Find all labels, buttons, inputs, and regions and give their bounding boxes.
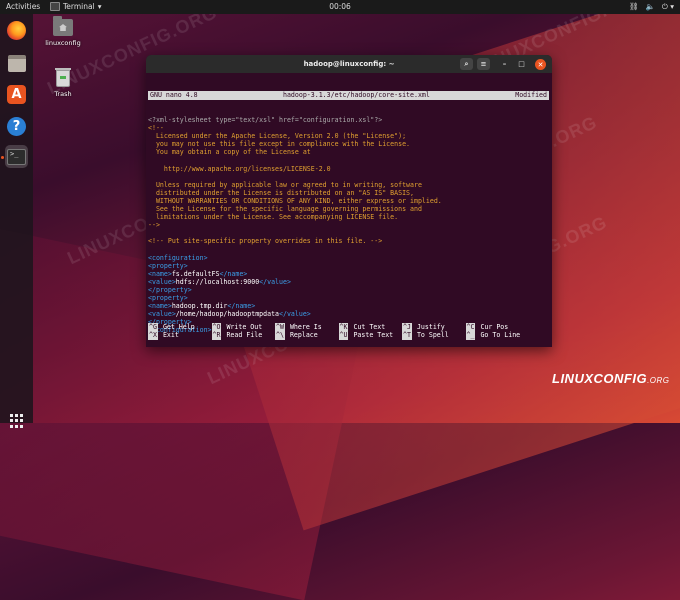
nano-header: GNU nano 4.8 hadoop-3.1.3/etc/hadoop/cor… xyxy=(148,91,549,100)
nano-filename: hadoop-3.1.3/etc/hadoop/core-site.xml xyxy=(282,91,430,100)
search-icon: ⌕ xyxy=(464,59,469,68)
editor-line: <name>fs.defaultFS</name> xyxy=(148,269,248,278)
editor-line: <value>/home/hadoop/hadooptmpdata</value… xyxy=(148,310,311,319)
shortcut-item: ^K Cut Text xyxy=(338,323,386,332)
show-applications-icon[interactable] xyxy=(10,414,24,428)
network-icon: ⛓ xyxy=(629,2,639,11)
running-indicator xyxy=(1,156,4,159)
shortcut-item: ^J Justify xyxy=(402,323,445,332)
close-button[interactable]: ✕ xyxy=(535,59,546,70)
firefox-icon xyxy=(7,21,26,40)
shortcut-item: ^O Write Out xyxy=(211,323,263,332)
app-menu-label: Terminal xyxy=(63,2,95,11)
power-icon: ⏻ ▾ xyxy=(661,2,674,11)
editor-line: Licensed under the Apache License, Versi… xyxy=(148,132,407,141)
chevron-down-icon: ▾ xyxy=(97,2,102,11)
terminal-icon xyxy=(50,2,60,11)
shortcut-item: ^R Read File xyxy=(211,331,263,340)
editor-line: you may not use this file except in comp… xyxy=(148,140,411,149)
editor-line: <name>hadoop.tmp.dir</name> xyxy=(148,302,256,311)
shortcut-row: ^X Exit ^R Read File ^\ Replace ^U Paste Text ^T… xyxy=(148,331,548,340)
help-icon: ? xyxy=(7,117,26,136)
desktop-icon-label: Trash xyxy=(54,90,72,98)
shortcut-item: ^C Cur Pos xyxy=(465,323,509,332)
system-tray[interactable]: ⛓ 🔈 ⏻ ▾ xyxy=(629,2,674,12)
editor-line: <!-- xyxy=(148,124,164,133)
nano-version: GNU nano 4.8 xyxy=(150,91,198,100)
editor-line: See the License for the specific languag… xyxy=(148,205,422,213)
trash-icon xyxy=(55,68,71,87)
linuxconfig-logo: LINUXCONFIG.ORG xyxy=(552,371,670,386)
home-folder-icon xyxy=(53,16,73,36)
dock: A ? >_ xyxy=(0,14,33,428)
dock-item-help[interactable]: ? xyxy=(5,115,28,138)
nano-shortcuts: ^G Get Help ^O Write Out ^W Where Is ^K Cut Tex… xyxy=(148,323,548,340)
shortcut-item: ^\ Replace xyxy=(275,331,318,340)
shortcut-item: ^_ Go To Line xyxy=(465,331,521,340)
editor-line: <property> xyxy=(148,294,188,303)
editor-line: <?xml-stylesheet type="text/xsl" href="c… xyxy=(148,115,383,124)
terminal-window[interactable]: hadoop@linuxconfig: ~ ⌕ ≡ – □ ✕ GNU nano… xyxy=(146,55,552,347)
shortcut-item: ^W Where Is xyxy=(275,323,322,332)
clock[interactable]: 00:06 xyxy=(329,2,351,11)
shortcut-item: ^U Paste Text xyxy=(338,331,394,340)
shortcut-item: ^G Get Help xyxy=(148,323,195,332)
editor-line: limitations under the License. See accom… xyxy=(148,213,399,222)
volume-icon: 🔈 xyxy=(645,2,655,11)
dock-item-files[interactable] xyxy=(5,52,28,75)
activities-button[interactable]: Activities xyxy=(6,2,40,11)
window-title: hadoop@linuxconfig: ~ xyxy=(303,60,395,68)
dock-item-software[interactable]: A xyxy=(5,83,28,106)
shortcut-item: ^T To Spell xyxy=(402,331,449,340)
software-icon: A xyxy=(7,85,26,104)
minimize-button[interactable]: – xyxy=(498,58,511,70)
maximize-icon: □ xyxy=(518,60,525,68)
top-bar: Activities Terminal ▾ 00:06 ⛓ 🔈 ⏻ ▾ xyxy=(0,0,680,14)
editor-text[interactable]: <?xml-stylesheet type="text/xsl" href="c… xyxy=(148,116,549,335)
dock-item-terminal[interactable]: >_ xyxy=(5,145,28,168)
desktop-icon-label: linuxconfig xyxy=(45,39,81,47)
maximize-button[interactable]: □ xyxy=(515,58,528,70)
editor-line: distributed under the License is distrib… xyxy=(148,188,414,197)
editor-line: <!-- Put site-specific property override… xyxy=(148,237,383,246)
editor-line: <value>hdfs://localhost:9000</value> xyxy=(148,277,291,286)
desktop-icon-home[interactable]: linuxconfig xyxy=(38,16,88,47)
files-icon xyxy=(7,55,26,72)
app-menu[interactable]: Terminal ▾ xyxy=(50,2,101,11)
menu-button[interactable]: ≡ xyxy=(477,58,490,70)
close-icon: ✕ xyxy=(537,60,544,69)
editor-line: Unless required by applicable law or agr… xyxy=(148,180,422,189)
editor-line: You may obtain a copy of the License at xyxy=(148,148,311,157)
editor-line: WITHOUT WARRANTIES OR CONDITIONS OF ANY … xyxy=(148,196,442,205)
window-titlebar[interactable]: hadoop@linuxconfig: ~ ⌕ ≡ – □ ✕ xyxy=(146,55,552,73)
search-button[interactable]: ⌕ xyxy=(460,58,473,70)
editor-line: </property> xyxy=(148,285,192,294)
terminal-content[interactable]: GNU nano 4.8 hadoop-3.1.3/etc/hadoop/cor… xyxy=(146,73,552,347)
dock-item-firefox[interactable] xyxy=(5,19,28,42)
shortcut-item: ^X Exit xyxy=(148,331,179,340)
editor-line: <configuration> xyxy=(148,253,208,262)
terminal-icon: >_ xyxy=(7,148,26,165)
shortcut-row: ^G Get Help ^O Write Out ^W Where Is ^K Cut Tex… xyxy=(148,323,548,332)
nano-status: Modified xyxy=(515,91,547,100)
minimize-icon: – xyxy=(502,60,507,68)
hamburger-icon: ≡ xyxy=(480,60,487,68)
editor-line: http://www.apache.org/licenses/LICENSE-2… xyxy=(148,164,331,173)
editor-line: --> xyxy=(148,221,160,230)
desktop-icon-trash[interactable]: Trash xyxy=(38,68,88,98)
editor-line: <property> xyxy=(148,261,188,270)
